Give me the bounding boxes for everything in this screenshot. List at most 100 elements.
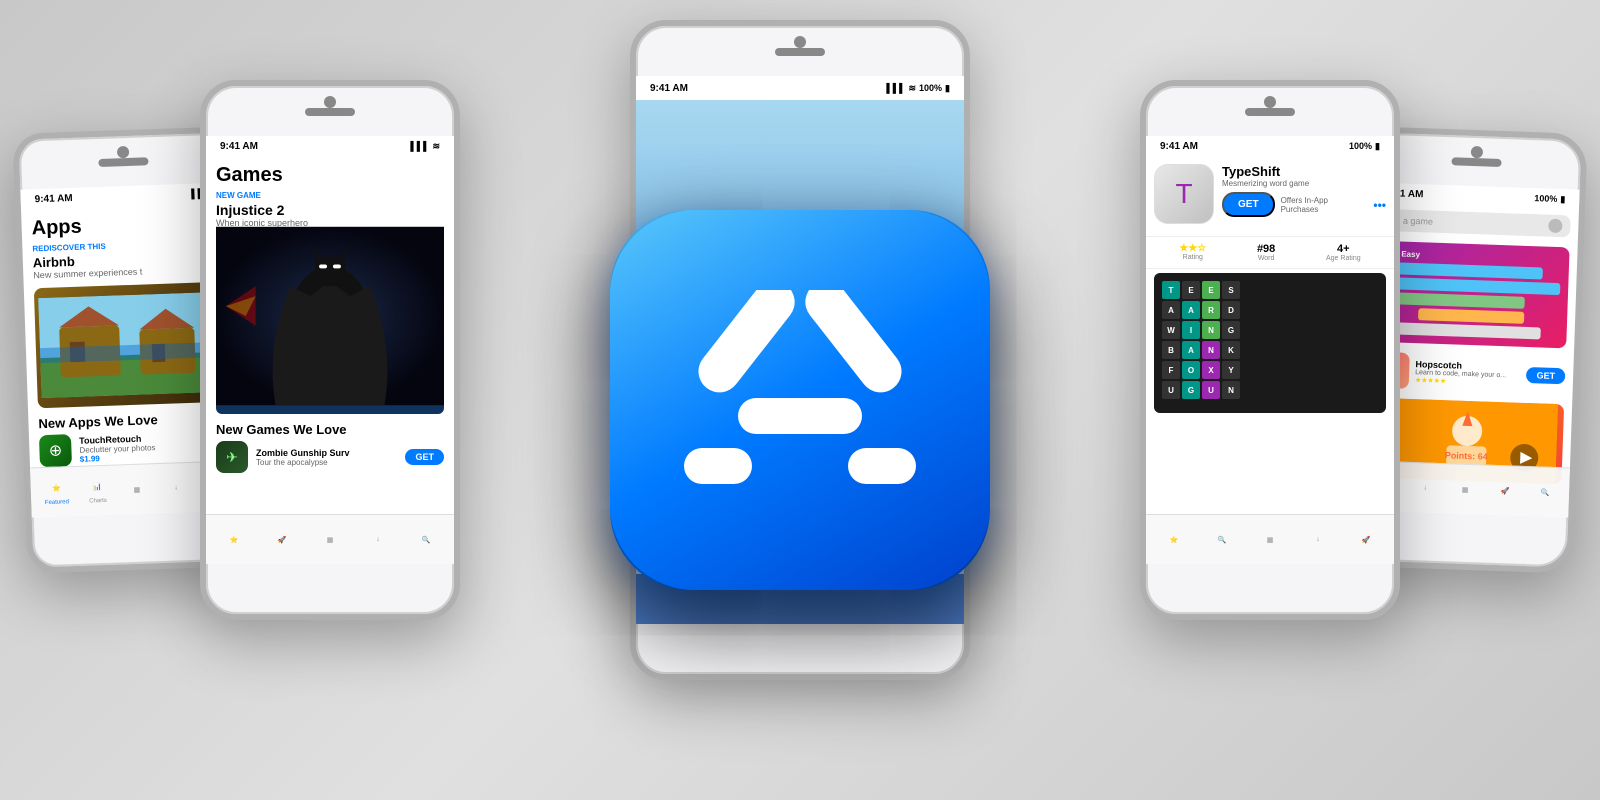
stat-rank: #98 Word xyxy=(1257,243,1275,262)
typeshift-more-button[interactable]: ••• xyxy=(1373,198,1386,212)
time-2: 9:41 AM xyxy=(220,141,258,152)
featured-icon-2: ⭐ xyxy=(224,530,244,550)
stars-label: Rating xyxy=(1179,254,1206,261)
hopscotch-get-button[interactable]: GET xyxy=(1526,367,1565,384)
speaker-5 xyxy=(1451,157,1501,167)
battery-icon-3: ▮ xyxy=(945,83,950,94)
tab-charts-1[interactable]: 📊 Charts xyxy=(87,477,108,505)
screen-4: 9:41 AM 100% ▮ T TypeShift Mesmerizing w… xyxy=(1146,136,1394,564)
typeshift-header: T TypeShift Mesmerizing word game GET Of… xyxy=(1146,156,1394,232)
color-bar-5 xyxy=(1383,322,1542,340)
age-value: 4+ xyxy=(1326,243,1361,255)
layers-icon-2: ▦ xyxy=(320,530,340,550)
cell-t1: T xyxy=(1162,281,1180,299)
featured-icon-1: ⭐ xyxy=(46,478,67,499)
speaker-2 xyxy=(305,108,355,116)
tab-featured-4[interactable]: ⭐ xyxy=(1164,530,1184,550)
word-row-3: W I N G xyxy=(1162,321,1378,339)
tab-search-2[interactable]: 🔍 xyxy=(416,530,436,550)
cell-a1: A xyxy=(1162,301,1180,319)
games-title: Games xyxy=(216,164,444,187)
tab-layers-1[interactable]: ▦ xyxy=(127,479,148,500)
games-screen: Games NEW GAME Injustice 2 When iconic s… xyxy=(206,156,454,487)
updates-icon-2: ↓ xyxy=(368,530,388,550)
search-area: 🔍 a game xyxy=(1370,202,1579,243)
tab-charts-5[interactable]: ↓ xyxy=(1415,478,1436,499)
touchretouch-icon: ⊕ xyxy=(39,434,72,467)
tab-featured-1[interactable]: ⭐ Featured xyxy=(44,478,69,506)
time-1: 9:41 AM xyxy=(34,192,72,204)
updates-icon-4: ↓ xyxy=(1308,530,1328,550)
search-icon-5b: 🔍 xyxy=(1535,482,1556,503)
speaker-1 xyxy=(98,157,148,167)
tropical-scene-svg xyxy=(38,292,221,398)
word-row-5: F O X Y xyxy=(1162,361,1378,379)
word-row-1: T E E S xyxy=(1162,281,1378,299)
tab-updates-5[interactable]: 🚀 xyxy=(1495,480,1516,501)
appstore-icon-overlay xyxy=(610,210,990,590)
search-icon-4: 🔍 xyxy=(1212,530,1232,550)
layers-icon-5: ▦ xyxy=(1455,479,1476,500)
search-bar[interactable]: 🔍 a game xyxy=(1378,209,1571,238)
cell-k1: K xyxy=(1222,341,1240,359)
time-4: 9:41 AM xyxy=(1160,141,1198,152)
typeshift-get-button[interactable]: GET xyxy=(1222,192,1275,217)
zombie-symbol: ✈ xyxy=(226,449,238,466)
cell-d1: D xyxy=(1222,301,1240,319)
screen-2: 9:41 AM ▌▌▌ ≋ Games NEW GAME Injustice 2… xyxy=(206,136,454,564)
cell-w1: W xyxy=(1162,321,1180,339)
color-bars-container: ▶ xyxy=(1383,262,1561,340)
phone-left: 9:41 AM ▌▌▌ ≋ Games NEW GAME Injustice 2… xyxy=(200,80,460,620)
tab-layers-4[interactable]: ▦ xyxy=(1260,530,1280,550)
tab-layers-5[interactable]: ▦ xyxy=(1455,479,1476,500)
charts-icon-5: ↓ xyxy=(1415,478,1436,499)
cell-x1: X xyxy=(1202,361,1220,379)
search-icon-2: 🔍 xyxy=(416,530,436,550)
injustice-title: Injustice 2 xyxy=(216,202,444,218)
injustice-art xyxy=(216,226,444,406)
updates-icon-1: ↓ xyxy=(166,478,187,499)
signal-icon-2: ▌▌▌ xyxy=(410,141,429,151)
signal-icon-3: ▌▌▌ xyxy=(886,83,905,93)
status-bar-4: 9:41 AM 100% ▮ xyxy=(1146,136,1394,156)
icons-2: ▌▌▌ ≋ xyxy=(410,141,440,152)
tab-search-4[interactable]: 🔍 xyxy=(1212,530,1232,550)
tab-search-5[interactable]: 🔍 xyxy=(1535,482,1556,503)
tab-games-2[interactable]: 🚀 xyxy=(272,530,292,550)
tab-updates-2[interactable]: ↓ xyxy=(368,530,388,550)
cell-e2: E xyxy=(1202,281,1220,299)
icons-4: 100% ▮ xyxy=(1349,141,1380,152)
battery-3: 100% xyxy=(919,83,942,93)
word-grid: T E E S A A R D W I N G B xyxy=(1154,273,1386,413)
tab-updates-1[interactable]: ↓ xyxy=(166,478,187,499)
charts-label-1: Charts xyxy=(89,498,107,505)
tab-bar-4: ⭐ 🔍 ▦ ↓ 🚀 xyxy=(1146,514,1394,564)
cell-y1: Y xyxy=(1222,361,1240,379)
featured-icon-4: ⭐ xyxy=(1164,530,1184,550)
icons-5: 100% ▮ xyxy=(1534,193,1565,205)
injustice-image xyxy=(216,234,444,414)
new-apps-title: New Apps We Love xyxy=(38,410,226,432)
apps-title: Apps xyxy=(31,211,220,241)
phone-right: 9:41 AM 100% ▮ T TypeShift Mesmerizing w… xyxy=(1140,80,1400,620)
typeshift-desc: Mesmerizing word game xyxy=(1222,179,1386,188)
zombie-get-button[interactable]: GET xyxy=(405,449,444,465)
tab-featured-2[interactable]: ⭐ xyxy=(224,530,244,550)
made-easy-label: ade Easy xyxy=(1385,249,1561,264)
status-bar-3: 9:41 AM ▌▌▌ ≋ 100% ▮ xyxy=(636,76,964,100)
tab-updates-4[interactable]: ↓ xyxy=(1308,530,1328,550)
cell-g1: G xyxy=(1222,321,1240,339)
tab-charts-4[interactable]: 🚀 xyxy=(1356,530,1376,550)
clear-icon-5 xyxy=(1548,219,1562,233)
cell-n2: N xyxy=(1222,381,1240,399)
svg-text:Points: 64: Points: 64 xyxy=(1445,450,1488,461)
rank-label: Word xyxy=(1257,255,1275,262)
cell-a2: A xyxy=(1182,301,1200,319)
layers-icon-4: ▦ xyxy=(1260,530,1280,550)
charts-icon-1: 📊 xyxy=(87,477,108,498)
appstore-logo-svg xyxy=(670,290,930,510)
typeshift-info: TypeShift Mesmerizing word game GET Offe… xyxy=(1222,164,1386,217)
tab-layers-2[interactable]: ▦ xyxy=(320,530,340,550)
cell-n1: N xyxy=(1202,321,1220,339)
speaker-4 xyxy=(1245,108,1295,116)
